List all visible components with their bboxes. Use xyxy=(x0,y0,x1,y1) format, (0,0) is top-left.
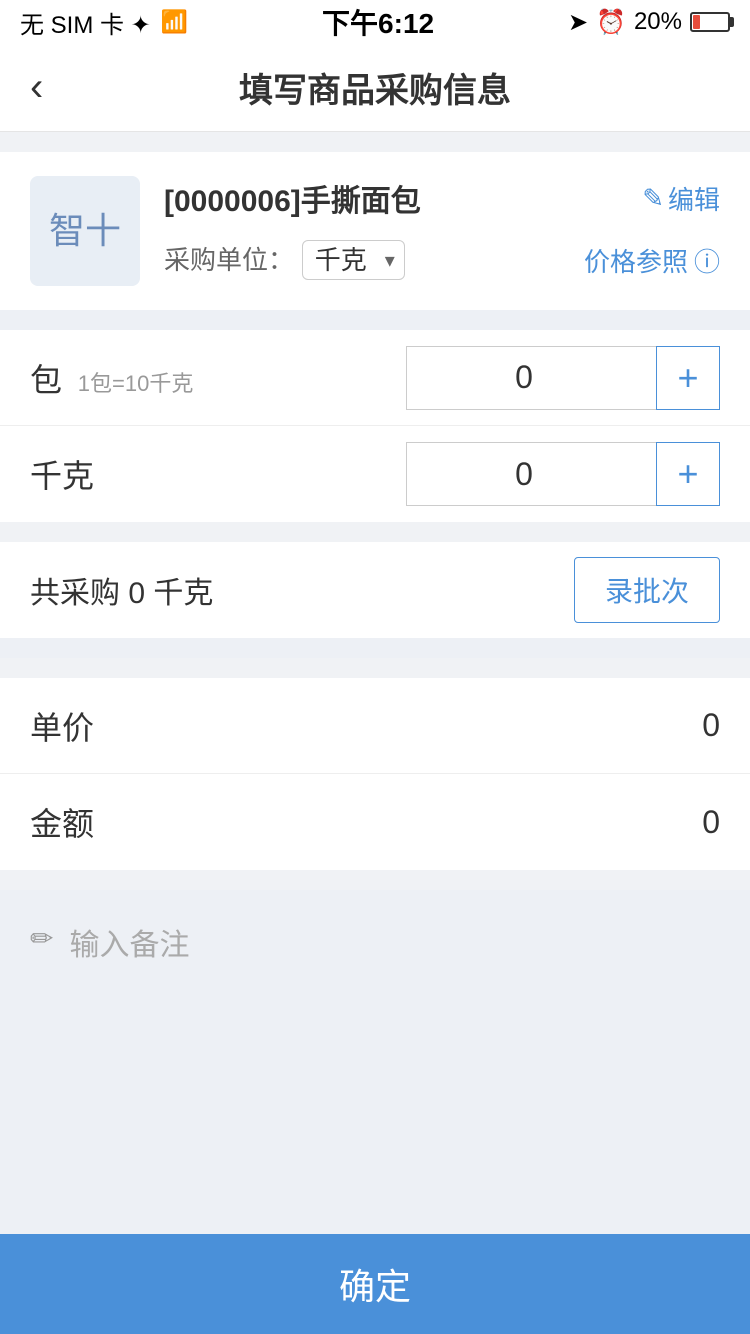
back-button[interactable]: ‹ xyxy=(30,65,43,110)
product-name-row: [0000006]手撕面包 ✎ 编辑 xyxy=(164,176,720,220)
edit-icon: ✎ xyxy=(642,183,664,214)
unit-select[interactable]: 千克 包 xyxy=(302,240,405,280)
product-info: [0000006]手撕面包 ✎ 编辑 采购单位： 千克 包 价格参照 ⓘ xyxy=(164,176,720,280)
product-logo: 智十 xyxy=(49,209,121,252)
edit-button[interactable]: ✎ 编辑 xyxy=(642,180,720,217)
sim-status: 无 SIM 卡 ✦ xyxy=(20,5,151,40)
price-row-amount: 金额 0 xyxy=(0,774,750,870)
unit-label: 采购单位： xyxy=(164,245,294,275)
unit-select-wrapper[interactable]: 千克 包 xyxy=(302,240,405,280)
confirm-button[interactable]: 确定 xyxy=(0,1234,750,1334)
battery-percent: 20% xyxy=(634,8,682,36)
nav-bar: ‹ 填写商品采购信息 xyxy=(0,44,750,132)
pencil-icon: ✏ xyxy=(30,922,53,955)
input-label-bao: 包 1包=10千克 xyxy=(30,355,193,401)
price-ref-button[interactable]: 价格参照 ⓘ xyxy=(584,242,720,279)
unit-price-label: 单价 xyxy=(30,703,94,749)
section-divider-2 xyxy=(0,638,750,658)
bao-plus-button[interactable]: + xyxy=(656,346,720,410)
input-section: 包 1包=10千克 + 千克 + xyxy=(0,330,750,522)
input-label-kg: 千克 xyxy=(30,451,102,497)
status-right: ➤ ⏰ 20% xyxy=(568,8,730,37)
product-image: 智十 xyxy=(30,176,140,286)
input-row-kg: 千克 + xyxy=(0,426,750,522)
product-name: [0000006]手撕面包 xyxy=(164,176,421,220)
price-ref-label: 价格参照 xyxy=(584,242,688,279)
amount-value: 0 xyxy=(702,804,720,841)
input-right-kg: + xyxy=(406,442,720,506)
summary-text: 共采购 0 千克 xyxy=(30,568,213,612)
status-time: 下午6:12 xyxy=(322,2,434,42)
input-right-bao: + xyxy=(406,346,720,410)
summary-section: 共采购 0 千克 录批次 xyxy=(0,542,750,638)
status-bar: 无 SIM 卡 ✦ 📶 下午6:12 ➤ ⏰ 20% xyxy=(0,0,750,44)
batch-button[interactable]: 录批次 xyxy=(574,557,720,623)
unit-label-group: 采购单位： 千克 包 xyxy=(164,240,405,280)
location-icon: ➤ xyxy=(568,8,588,37)
edit-label: 编辑 xyxy=(668,180,720,217)
page-title: 填写商品采购信息 xyxy=(239,63,511,112)
kg-quantity-input[interactable] xyxy=(406,442,656,506)
wifi-icon: 📶 xyxy=(161,9,188,35)
section-divider-1 xyxy=(0,310,750,330)
kg-plus-button[interactable]: + xyxy=(656,442,720,506)
alarm-icon: ⏰ xyxy=(596,8,626,37)
status-left: 无 SIM 卡 ✦ 📶 xyxy=(20,5,188,40)
price-section: 单价 0 金额 0 xyxy=(0,678,750,870)
help-icon: ⓘ xyxy=(694,242,720,279)
unit-price-value: 0 xyxy=(702,707,720,744)
amount-label: 金额 xyxy=(30,799,94,845)
unit-row: 采购单位： 千克 包 价格参照 ⓘ xyxy=(164,240,720,280)
battery-icon xyxy=(690,12,730,32)
product-card: 智十 [0000006]手撕面包 ✎ 编辑 采购单位： 千克 包 价格参照 xyxy=(0,152,750,310)
price-row-unit: 单价 0 xyxy=(0,678,750,774)
remark-placeholder: 输入备注 xyxy=(69,920,189,964)
remark-section[interactable]: ✏ 输入备注 xyxy=(0,890,750,1010)
bao-quantity-input[interactable] xyxy=(406,346,656,410)
input-row-bao: 包 1包=10千克 + xyxy=(0,330,750,426)
summary-row: 共采购 0 千克 录批次 xyxy=(0,542,750,638)
